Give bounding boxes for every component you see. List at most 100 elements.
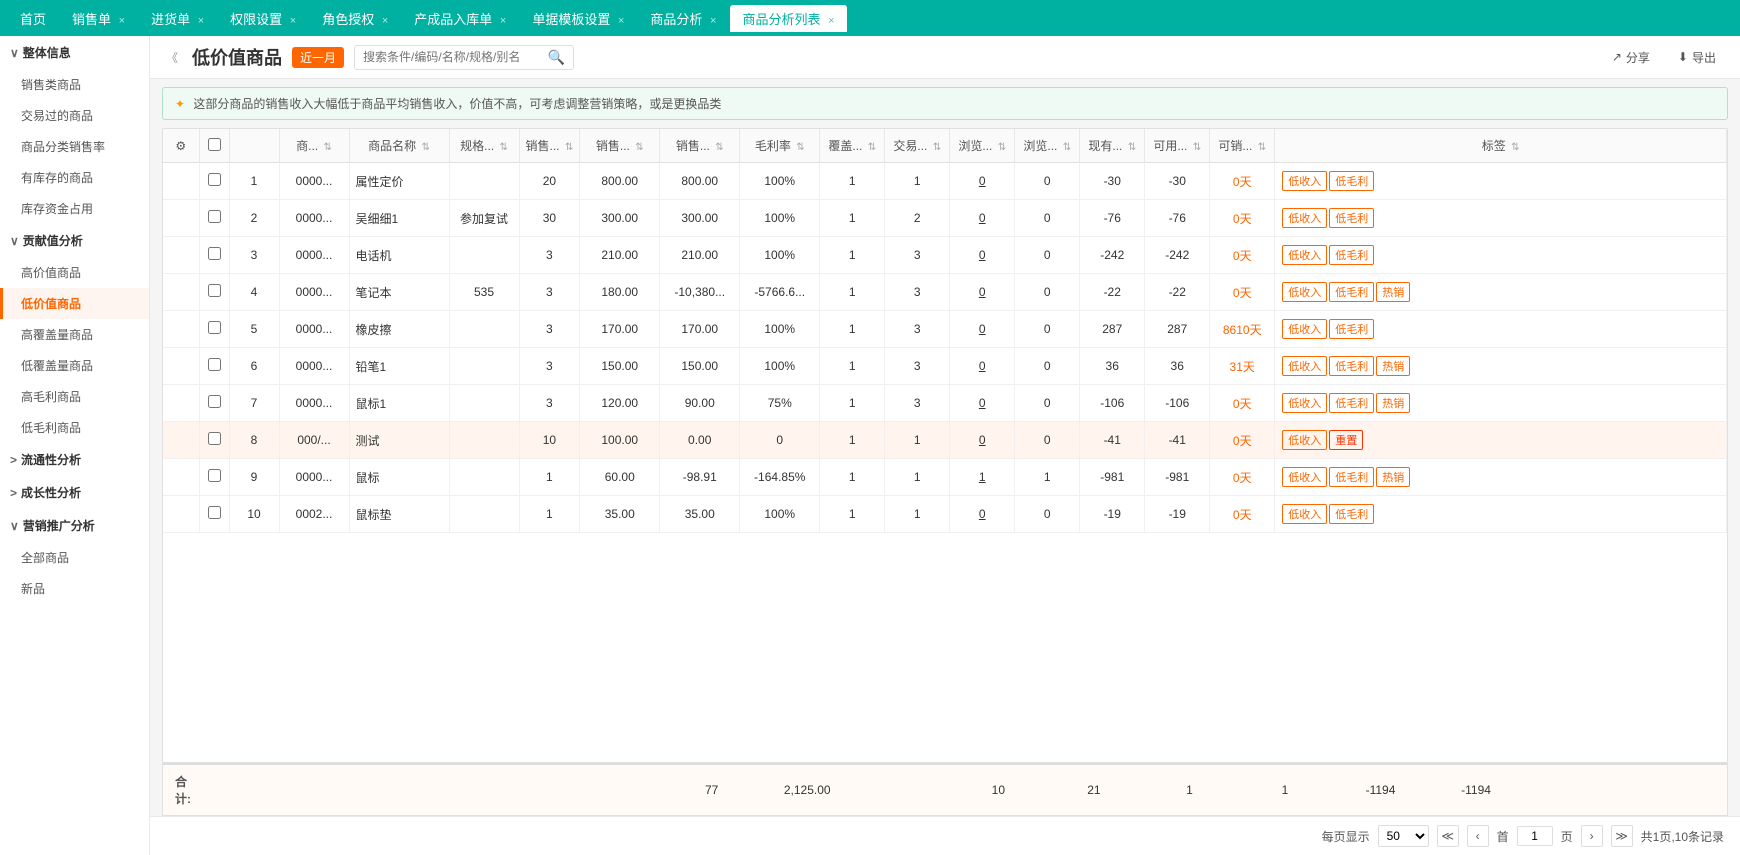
browse1-link[interactable]: 0 xyxy=(979,507,986,521)
row-checkbox[interactable] xyxy=(208,321,221,334)
col-sales-price[interactable]: 销售... ⇅ xyxy=(580,129,660,163)
next-page-button[interactable]: › xyxy=(1581,825,1603,847)
col-gear[interactable]: ⚙ xyxy=(163,129,199,163)
cell-browse1[interactable]: 0 xyxy=(950,237,1015,274)
sidebar-item-low-value[interactable]: 低价值商品 xyxy=(0,288,149,319)
nav-analysis[interactable]: 商品分析 × xyxy=(638,5,728,32)
cell-browse1[interactable]: 0 xyxy=(950,311,1015,348)
col-code[interactable]: 商... ⇅ xyxy=(279,129,349,163)
cell-browse1[interactable]: 0 xyxy=(950,200,1015,237)
sidebar-item-traded-goods[interactable]: 交易过的商品 xyxy=(0,100,149,131)
cell-browse1[interactable]: 0 xyxy=(950,385,1015,422)
cell-checkbox[interactable] xyxy=(199,237,229,274)
nav-analysis-list[interactable]: 商品分析列表 × xyxy=(730,5,846,32)
nav-template[interactable]: 单据模板设置 × xyxy=(520,5,636,32)
col-available-stock[interactable]: 可用... ⇅ xyxy=(1145,129,1210,163)
select-all-checkbox[interactable] xyxy=(208,138,221,151)
sidebar-item-high-value[interactable]: 高价值商品 xyxy=(0,257,149,288)
prev-page-button[interactable]: ‹ xyxy=(1467,825,1489,847)
row-checkbox[interactable] xyxy=(208,247,221,260)
sidebar-item-low-coverage[interactable]: 低覆盖量商品 xyxy=(0,350,149,381)
export-button[interactable]: ⬇ 导出 xyxy=(1670,46,1724,69)
row-checkbox[interactable] xyxy=(208,358,221,371)
sidebar-item-low-margin[interactable]: 低毛利商品 xyxy=(0,412,149,443)
cell-checkbox[interactable] xyxy=(199,163,229,200)
sidebar-section-liquidity[interactable]: > 流通性分析 xyxy=(0,443,149,476)
cell-browse1[interactable]: 1 xyxy=(950,459,1015,496)
row-checkbox[interactable] xyxy=(208,284,221,297)
cell-browse1[interactable]: 0 xyxy=(950,274,1015,311)
close-purchase-icon[interactable]: × xyxy=(198,15,204,27)
browse1-link[interactable]: 0 xyxy=(979,211,986,225)
browse1-link[interactable]: 0 xyxy=(979,359,986,373)
col-name[interactable]: 商品名称 ⇅ xyxy=(349,129,449,163)
sidebar-item-new-goods[interactable]: 新品 xyxy=(0,573,149,604)
nav-sales[interactable]: 销售单 × xyxy=(60,5,137,32)
browse1-link[interactable]: 1 xyxy=(979,470,986,484)
close-sales-icon[interactable]: × xyxy=(119,15,125,27)
col-coverage[interactable]: 覆盖... ⇅ xyxy=(820,129,885,163)
page-input[interactable] xyxy=(1517,826,1553,846)
row-checkbox[interactable] xyxy=(208,210,221,223)
cell-name[interactable]: 铅笔1 xyxy=(349,348,449,385)
per-page-select[interactable]: 50 100 200 xyxy=(1378,825,1429,847)
search-input[interactable] xyxy=(363,50,543,64)
nav-role[interactable]: 角色授权 × xyxy=(310,5,400,32)
cell-name[interactable]: 鼠标1 xyxy=(349,385,449,422)
row-checkbox[interactable] xyxy=(208,395,221,408)
close-analysis-list-icon[interactable]: × xyxy=(828,15,834,27)
cell-checkbox[interactable] xyxy=(199,496,229,533)
sidebar-item-stock-funds[interactable]: 库存资金占用 xyxy=(0,193,149,224)
nav-permission[interactable]: 权限设置 × xyxy=(218,5,308,32)
col-sales-amount[interactable]: 销售... ⇅ xyxy=(660,129,740,163)
browse1-link[interactable]: 0 xyxy=(979,248,986,262)
cell-checkbox[interactable] xyxy=(199,348,229,385)
cell-checkbox[interactable] xyxy=(199,200,229,237)
nav-home[interactable]: 首页 xyxy=(8,5,58,32)
browse1-link[interactable]: 0 xyxy=(979,174,986,188)
share-button[interactable]: ↗ 分享 xyxy=(1604,46,1658,69)
row-checkbox[interactable] xyxy=(208,173,221,186)
cell-checkbox[interactable] xyxy=(199,459,229,496)
cell-checkbox[interactable] xyxy=(199,274,229,311)
sidebar-section-contribution[interactable]: ∨ 贡献值分析 xyxy=(0,224,149,257)
sidebar-section-marketing[interactable]: ∨ 营销推广分析 xyxy=(0,509,149,542)
cell-browse1[interactable]: 0 xyxy=(950,163,1015,200)
cell-browse1[interactable]: 0 xyxy=(950,348,1015,385)
col-tags[interactable]: 标签 ⇅ xyxy=(1275,129,1727,163)
row-checkbox[interactable] xyxy=(208,469,221,482)
col-sellable[interactable]: 可销... ⇅ xyxy=(1210,129,1275,163)
sidebar-item-high-margin[interactable]: 高毛利商品 xyxy=(0,381,149,412)
cell-name[interactable]: 测试 xyxy=(349,422,449,459)
col-current-stock[interactable]: 现有... ⇅ xyxy=(1080,129,1145,163)
browse1-link[interactable]: 0 xyxy=(979,285,986,299)
sidebar-item-category-rate[interactable]: 商品分类销售率 xyxy=(0,131,149,162)
search-icon[interactable]: 🔍 xyxy=(548,49,565,66)
nav-purchase[interactable]: 进货单 × xyxy=(139,5,216,32)
sidebar-item-sales-goods[interactable]: 销售类商品 xyxy=(0,69,149,100)
col-browse1[interactable]: 浏览... ⇅ xyxy=(950,129,1015,163)
cell-name[interactable]: 鼠标垫 xyxy=(349,496,449,533)
first-page-button[interactable]: ≪ xyxy=(1437,825,1459,847)
browse1-link[interactable]: 0 xyxy=(979,322,986,336)
close-product-in-icon[interactable]: × xyxy=(500,15,506,27)
col-gross-margin[interactable]: 毛利率 ⇅ xyxy=(740,129,820,163)
cell-checkbox[interactable] xyxy=(199,311,229,348)
cell-checkbox[interactable] xyxy=(199,385,229,422)
cell-browse1[interactable]: 0 xyxy=(950,422,1015,459)
browse1-link[interactable]: 0 xyxy=(979,433,986,447)
cell-name[interactable]: 橡皮擦 xyxy=(349,311,449,348)
row-checkbox[interactable] xyxy=(208,432,221,445)
col-sales-qty[interactable]: 销售... ⇅ xyxy=(519,129,580,163)
close-analysis-icon[interactable]: × xyxy=(710,15,716,27)
sidebar-item-stocked-goods[interactable]: 有库存的商品 xyxy=(0,162,149,193)
last-page-button[interactable]: ≫ xyxy=(1611,825,1633,847)
col-spec[interactable]: 规格... ⇅ xyxy=(449,129,519,163)
cell-browse1[interactable]: 0 xyxy=(950,496,1015,533)
col-trade[interactable]: 交易... ⇅ xyxy=(885,129,950,163)
close-permission-icon[interactable]: × xyxy=(290,15,296,27)
browse1-link[interactable]: 0 xyxy=(979,396,986,410)
sidebar-item-all-goods[interactable]: 全部商品 xyxy=(0,542,149,573)
cell-name[interactable]: 属性定价 xyxy=(349,163,449,200)
sidebar-section-overview[interactable]: ∨ 整体信息 xyxy=(0,36,149,69)
